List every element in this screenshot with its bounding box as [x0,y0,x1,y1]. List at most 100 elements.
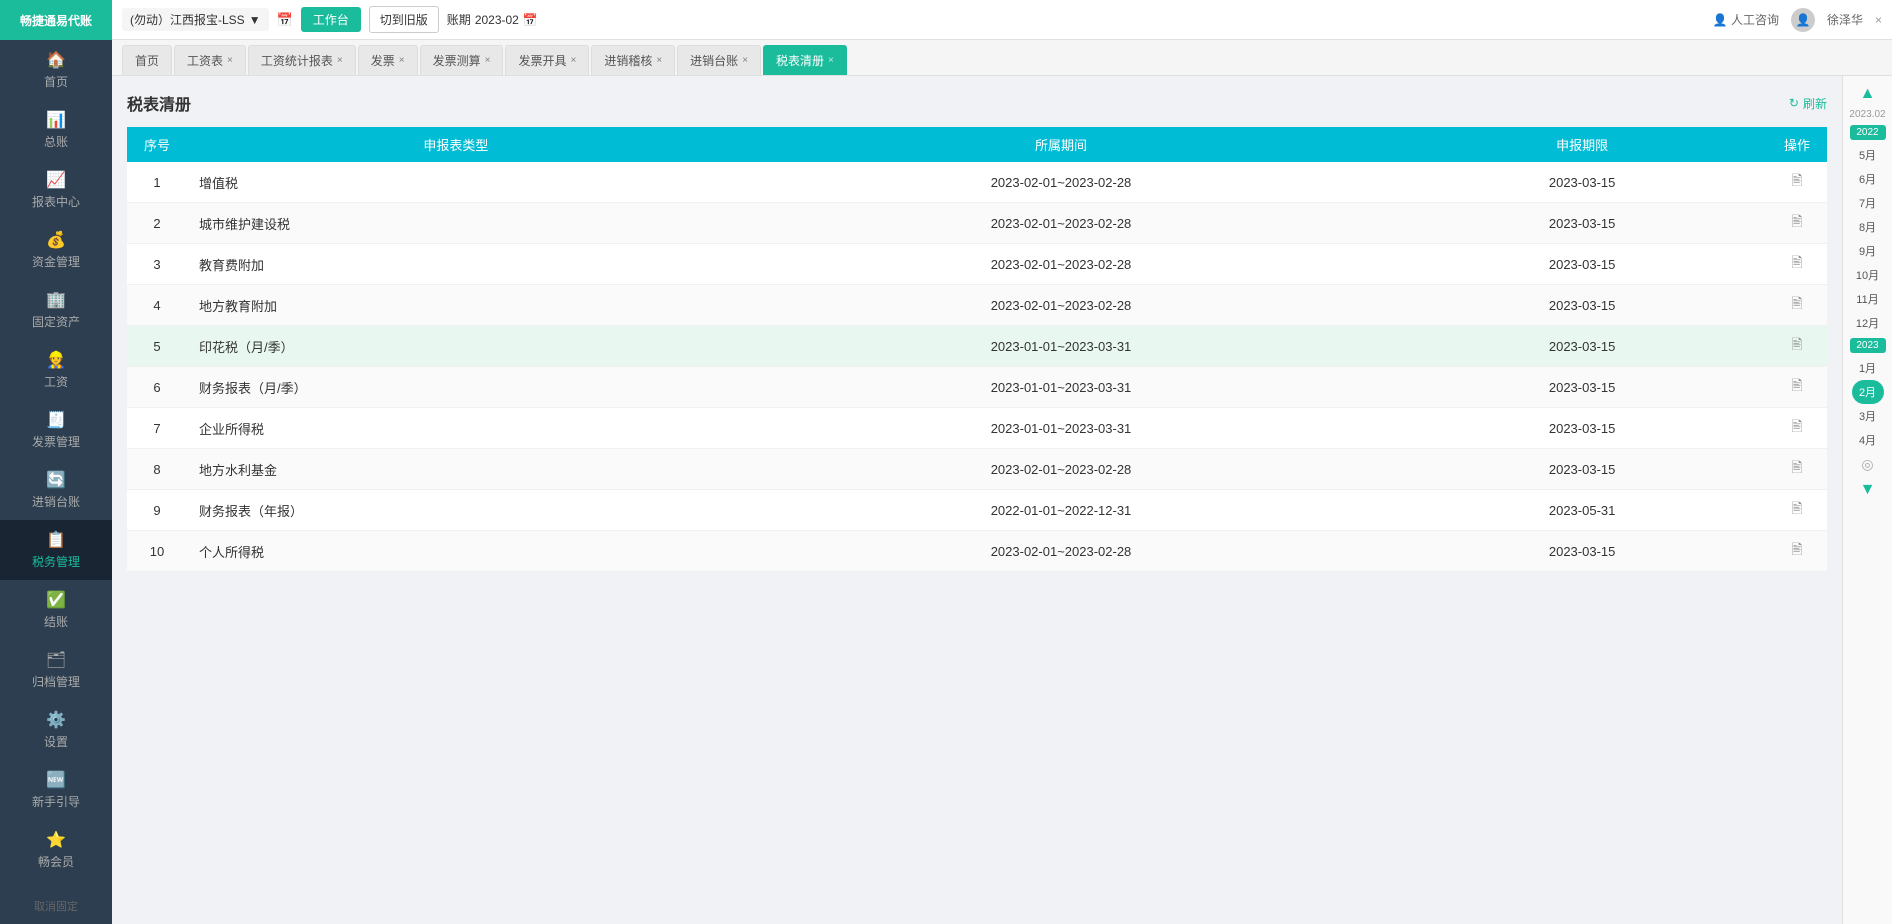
tab-invoice-open-close[interactable]: × [570,55,576,66]
cell-index: 7 [127,408,187,449]
sidebar-item-label: 报表中心 [32,193,80,210]
sidebar-item-member[interactable]: ⭐ 畅会员 [0,820,112,880]
tab-invoice-query[interactable]: 发票测算 × [420,45,504,75]
timeline-nav-up[interactable]: ▲ [1856,81,1880,107]
timeline-month-8[interactable]: 8月 [1843,215,1892,239]
workbench-button[interactable]: 工作台 [301,7,361,32]
unpin-button[interactable]: 取消固定 [0,888,112,924]
action-icon[interactable]: 🖹 [1791,541,1802,557]
sidebar-item-reconcile[interactable]: 🔄 进销台账 [0,460,112,520]
tab-purchase-ledger-close[interactable]: × [742,55,748,66]
settle-icon: ✅ [46,590,66,610]
action-icon[interactable]: 🖹 [1791,254,1802,270]
cell-period: 2023-02-01~2023-02-28 [725,285,1397,326]
cell-action: 🖹 [1767,203,1827,244]
cell-period: 2023-02-01~2023-02-28 [725,449,1397,490]
sidebar-item-tax[interactable]: 📋 税务管理 [0,520,112,580]
timeline-month-7[interactable]: 7月 [1843,191,1892,215]
tab-salary[interactable]: 工资表 × [174,45,246,75]
table-row: 4 地方教育附加 2023-02-01~2023-02-28 2023-03-1… [127,285,1827,326]
sidebar-item-settings[interactable]: ⚙️ 设置 [0,700,112,760]
tab-invoice-query-close[interactable]: × [485,55,491,66]
sidebar-item-ledger[interactable]: 📊 总账 [0,100,112,160]
action-icon[interactable]: 🖹 [1791,500,1802,516]
cell-type: 个人所得税 [187,531,725,572]
tab-tax-clearance[interactable]: 税表清册 × [763,45,847,75]
period-display: 账期 2023-02 📅 [447,11,538,28]
timeline-month-12[interactable]: 12月 [1843,311,1892,335]
sidebar-item-assets[interactable]: 🏢 固定资产 [0,280,112,340]
user-service-button[interactable]: 👤 人工咨询 [1713,11,1779,28]
sidebar-item-label: 归档管理 [32,673,80,690]
sidebar-item-guide[interactable]: 🆕 新手引导 [0,760,112,820]
sidebar-item-archive[interactable]: 🗂 归档管理 [0,640,112,700]
switch-old-button[interactable]: 切到旧版 [369,6,439,33]
sidebar-item-invoice[interactable]: 🧾 发票管理 [0,400,112,460]
timeline-month-3[interactable]: 3月 [1843,404,1892,428]
timeline-month-5[interactable]: 5月 [1843,143,1892,167]
sidebar-item-label: 总账 [44,133,68,150]
tab-invoice-query-label: 发票测算 [433,52,481,69]
sidebar-item-settle[interactable]: ✅ 结账 [0,580,112,640]
cell-deadline: 2023-03-15 [1397,326,1767,367]
tab-purchase-ledger[interactable]: 进销台账 × [677,45,761,75]
cell-index: 6 [127,367,187,408]
timeline-month-10[interactable]: 10月 [1843,263,1892,287]
cell-index: 4 [127,285,187,326]
tab-home[interactable]: 首页 [122,45,172,75]
tab-salary-stats-close[interactable]: × [337,55,343,66]
timeline-month-2-active[interactable]: 2月 [1852,380,1884,404]
reconcile-icon: 🔄 [46,470,66,490]
sidebar-item-funds[interactable]: 💰 资金管理 [0,220,112,280]
cell-deadline: 2023-05-31 [1397,490,1767,531]
timeline-month-4[interactable]: 4月 [1843,428,1892,452]
window-close-icon[interactable]: × [1875,13,1882,27]
cell-index: 9 [127,490,187,531]
action-icon[interactable]: 🖹 [1791,418,1802,434]
tab-salary-close[interactable]: × [227,55,233,66]
topbar-right: 👤 人工咨询 👤 徐泽华 × [1713,8,1882,32]
action-icon[interactable]: 🖹 [1791,213,1802,229]
salary-icon: 👷 [46,350,66,370]
cell-deadline: 2023-03-15 [1397,203,1767,244]
timeline-month-6[interactable]: 6月 [1843,167,1892,191]
table-row: 2 城市维护建设税 2023-02-01~2023-02-28 2023-03-… [127,203,1827,244]
timeline-month-1[interactable]: 1月 [1843,356,1892,380]
timeline-year-2022: 2022 [1850,125,1886,140]
timeline-panel: ▲ 2023.02 2022 5月 6月 7月 8月 9月 10月 11月 12… [1842,76,1892,924]
cell-action: 🖹 [1767,408,1827,449]
col-header-deadline: 申报期限 [1397,127,1767,162]
sidebar-item-salary[interactable]: 👷 工资 [0,340,112,400]
action-icon[interactable]: 🖹 [1791,377,1802,393]
sidebar-item-home[interactable]: 🏠 首页 [0,40,112,100]
table-row: 3 教育费附加 2023-02-01~2023-02-28 2023-03-15… [127,244,1827,285]
sidebar-item-label: 资金管理 [32,253,80,270]
cell-action: 🖹 [1767,326,1827,367]
timeline-collapse-button[interactable]: ◎ [1857,452,1877,477]
tab-invoice-open[interactable]: 发票开具 × [505,45,589,75]
company-selector[interactable]: (勿动）江西报宝-LSS ▼ [122,8,269,31]
assets-icon: 🏢 [46,290,66,310]
action-icon[interactable]: 🖹 [1791,459,1802,475]
tab-invoice[interactable]: 发票 × [358,45,418,75]
refresh-button[interactable]: ↻ 刷新 [1789,95,1827,112]
period-label: 账期 [447,11,471,28]
table-row: 1 增值税 2023-02-01~2023-02-28 2023-03-15 🖹 [127,162,1827,203]
tab-purchase-check[interactable]: 进销稽核 × [591,45,675,75]
timeline-nav-down[interactable]: ▼ [1856,477,1880,503]
cell-action: 🖹 [1767,490,1827,531]
timeline-month-9[interactable]: 9月 [1843,239,1892,263]
action-icon[interactable]: 🖹 [1791,295,1802,311]
user-name: 徐泽华 [1827,11,1863,28]
tab-salary-stats[interactable]: 工资统计报表 × [248,45,356,75]
member-icon: ⭐ [46,830,66,850]
sidebar-item-reports[interactable]: 📈 报表中心 [0,160,112,220]
tab-tax-clearance-close[interactable]: × [828,55,834,66]
timeline-month-11[interactable]: 11月 [1843,287,1892,311]
tab-invoice-close[interactable]: × [399,55,405,66]
tab-purchase-check-close[interactable]: × [656,55,662,66]
sidebar-item-label: 畅会员 [38,853,74,870]
action-icon[interactable]: 🖹 [1791,336,1802,352]
table-row: 5 印花税（月/季） 2023-01-01~2023-03-31 2023-03… [127,326,1827,367]
action-icon[interactable]: 🖹 [1791,172,1802,188]
